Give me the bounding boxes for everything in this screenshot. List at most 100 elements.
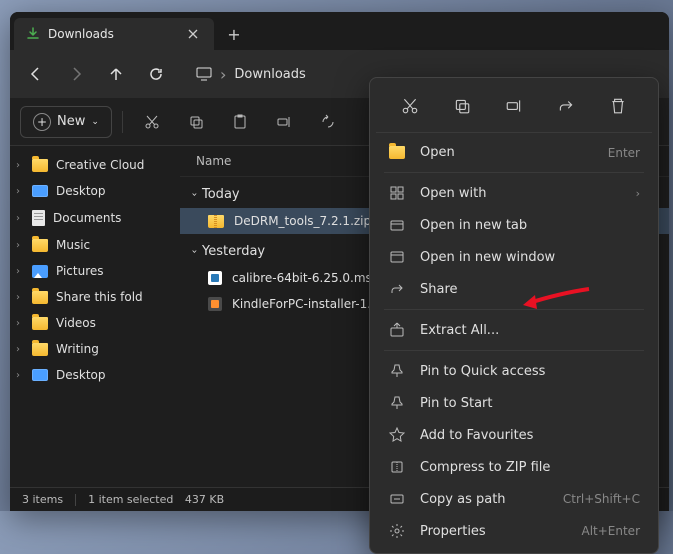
context-menu: Open Enter Open with› Open in new tab Open i… <box>369 77 659 554</box>
sidebar-item-label: Writing <box>56 342 99 356</box>
chevron-right-icon: › <box>16 370 20 381</box>
separator <box>384 309 644 310</box>
chevron-down-icon: › <box>189 193 200 197</box>
tab-downloads[interactable]: Downloads <box>14 18 214 50</box>
shortcut: Enter <box>608 146 640 160</box>
chevron-right-icon: › <box>636 187 640 200</box>
context-item-label: Compress to ZIP file <box>420 460 640 475</box>
separator <box>384 172 644 173</box>
download-icon <box>26 27 40 41</box>
context-item-label: Properties <box>420 524 567 539</box>
sidebar-item-label: Documents <box>53 211 121 225</box>
context-open-with[interactable]: Open with› <box>376 177 652 209</box>
context-open-in-new-window[interactable]: Open in new window <box>376 241 652 273</box>
chevron-right-icon: › <box>16 292 20 303</box>
chevron-right-icon: › <box>16 318 20 329</box>
chevron-right-icon: › <box>16 160 20 171</box>
extract-icon <box>388 322 406 338</box>
context-compress-to-zip-file[interactable]: Compress to ZIP file <box>376 451 652 483</box>
shortcut: Alt+Enter <box>581 524 640 538</box>
close-icon[interactable] <box>184 25 202 43</box>
sidebar-item-writing[interactable]: ›Writing <box>10 336 180 362</box>
forward-button[interactable] <box>58 56 94 92</box>
new-button[interactable]: + New ⌄ <box>20 106 112 138</box>
refresh-button[interactable] <box>138 56 174 92</box>
context-item-label: Open <box>420 145 594 160</box>
pin-icon <box>388 363 406 379</box>
shortcut: Ctrl+Shift+C <box>563 492 640 506</box>
path-icon <box>388 491 406 507</box>
status-size: 437 KB <box>185 493 224 506</box>
sidebar: ›Creative Cloud›Desktop›Documents›Music›… <box>10 146 180 487</box>
status-selected: 1 item selected <box>88 493 173 506</box>
rename-icon[interactable] <box>498 90 530 122</box>
new-tab-button[interactable]: + <box>214 18 254 50</box>
chevron-down-icon: › <box>189 250 200 254</box>
group-label: Yesterday <box>202 244 265 259</box>
chevron-right-icon: › <box>16 186 20 197</box>
new-label: New <box>57 114 85 129</box>
sidebar-item-desktop[interactable]: › Desktop <box>10 362 180 388</box>
copy-icon[interactable] <box>446 90 478 122</box>
context-item-label: Add to Favourites <box>420 428 640 443</box>
context-add-to-favourites[interactable]: Add to Favourites <box>376 419 652 451</box>
file-name: DeDRM_tools_7.2.1.zip <box>234 214 371 228</box>
sidebar-item-creative-cloud[interactable]: ›Creative Cloud <box>10 152 180 178</box>
sidebar-item-music[interactable]: ›Music <box>10 232 180 258</box>
separator <box>75 494 76 506</box>
sidebar-item-label: Music <box>56 238 90 252</box>
context-properties[interactable]: Properties Alt+Enter <box>376 515 652 547</box>
context-extract-all-[interactable]: Extract All... <box>376 314 652 346</box>
monitor-icon <box>196 66 212 82</box>
copy-icon[interactable] <box>177 104 215 140</box>
context-item-label: Extract All... <box>420 323 640 338</box>
cut-icon[interactable] <box>394 90 426 122</box>
sidebar-item-documents[interactable]: › Documents <box>10 204 180 232</box>
sidebar-item-pictures[interactable]: ›Pictures <box>10 258 180 284</box>
status-items: 3 items <box>22 493 63 506</box>
breadcrumb-current: Downloads <box>234 67 305 82</box>
context-item-label: Share <box>420 282 640 297</box>
openwith-icon <box>388 185 406 201</box>
context-item-label: Open in new window <box>420 250 640 265</box>
context-share[interactable]: Share <box>376 273 652 305</box>
context-item-label: Pin to Start <box>420 396 640 411</box>
plus-icon: + <box>33 113 51 131</box>
context-pin-to-start[interactable]: Pin to Start <box>376 387 652 419</box>
file-name: calibre-64bit-6.25.0.msi <box>232 271 375 285</box>
group-label: Today <box>202 187 240 202</box>
star-icon <box>388 427 406 443</box>
props-icon <box>388 523 406 539</box>
context-item-label: Copy as path <box>420 492 549 507</box>
context-quick-actions <box>376 84 652 133</box>
separator <box>122 111 123 133</box>
context-item-label: Open in new tab <box>420 218 640 233</box>
context-pin-to-quick-access[interactable]: Pin to Quick access <box>376 355 652 387</box>
chevron-right-icon: › <box>16 213 20 224</box>
context-open[interactable]: Open Enter <box>376 137 652 168</box>
tab-title: Downloads <box>48 27 176 41</box>
delete-icon[interactable] <box>602 90 634 122</box>
window-icon <box>388 249 406 265</box>
sidebar-item-desktop[interactable]: ›Desktop <box>10 178 180 204</box>
address-bar[interactable]: › Downloads <box>186 59 316 90</box>
rename-icon[interactable] <box>265 104 303 140</box>
back-button[interactable] <box>18 56 54 92</box>
paste-icon[interactable] <box>221 104 259 140</box>
sidebar-item-label: Share this fold <box>56 290 143 304</box>
share-icon[interactable] <box>309 104 347 140</box>
sidebar-item-share-this-fold[interactable]: › Share this fold <box>10 284 180 310</box>
sidebar-item-label: Desktop <box>56 368 106 382</box>
context-copy-as-path[interactable]: Copy as path Ctrl+Shift+C <box>376 483 652 515</box>
context-open-in-new-tab[interactable]: Open in new tab <box>376 209 652 241</box>
sidebar-item-videos[interactable]: › Videos <box>10 310 180 336</box>
tab-icon <box>388 217 406 233</box>
titlebar: Downloads + <box>10 12 669 50</box>
cut-icon[interactable] <box>133 104 171 140</box>
up-button[interactable] <box>98 56 134 92</box>
share-icon[interactable] <box>550 90 582 122</box>
pin-icon <box>388 395 406 411</box>
sidebar-item-label: Videos <box>56 316 96 330</box>
separator <box>384 350 644 351</box>
chevron-right-icon: › <box>16 266 20 277</box>
